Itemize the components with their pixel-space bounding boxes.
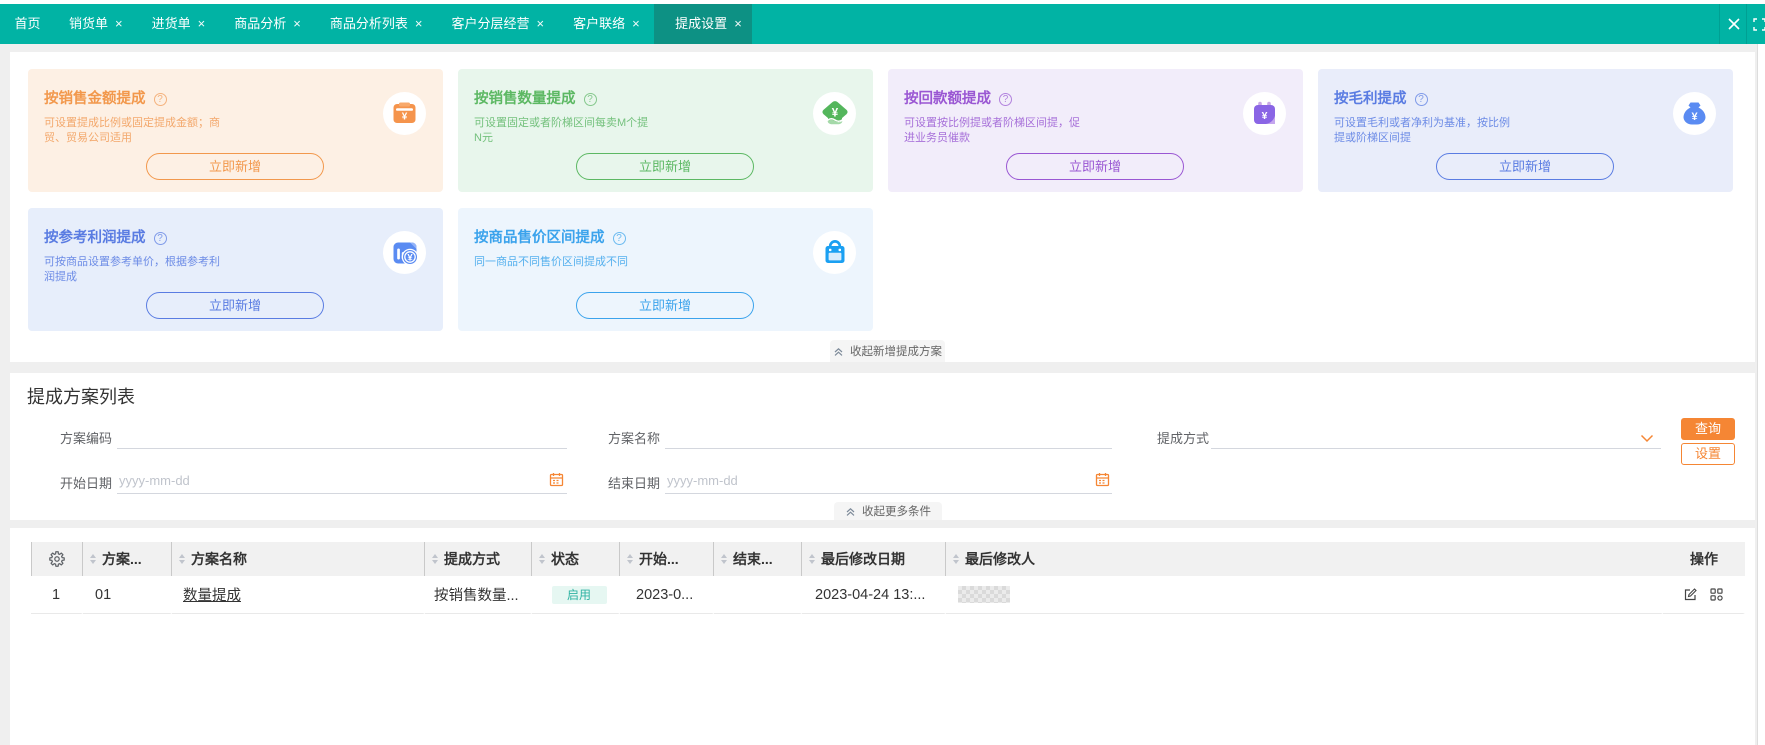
svg-text:¥: ¥: [407, 252, 413, 263]
svg-text:¥: ¥: [1691, 111, 1698, 123]
svg-text:¥: ¥: [831, 107, 838, 119]
svg-text:¥: ¥: [402, 112, 408, 123]
svg-text:¥: ¥: [1262, 110, 1268, 122]
